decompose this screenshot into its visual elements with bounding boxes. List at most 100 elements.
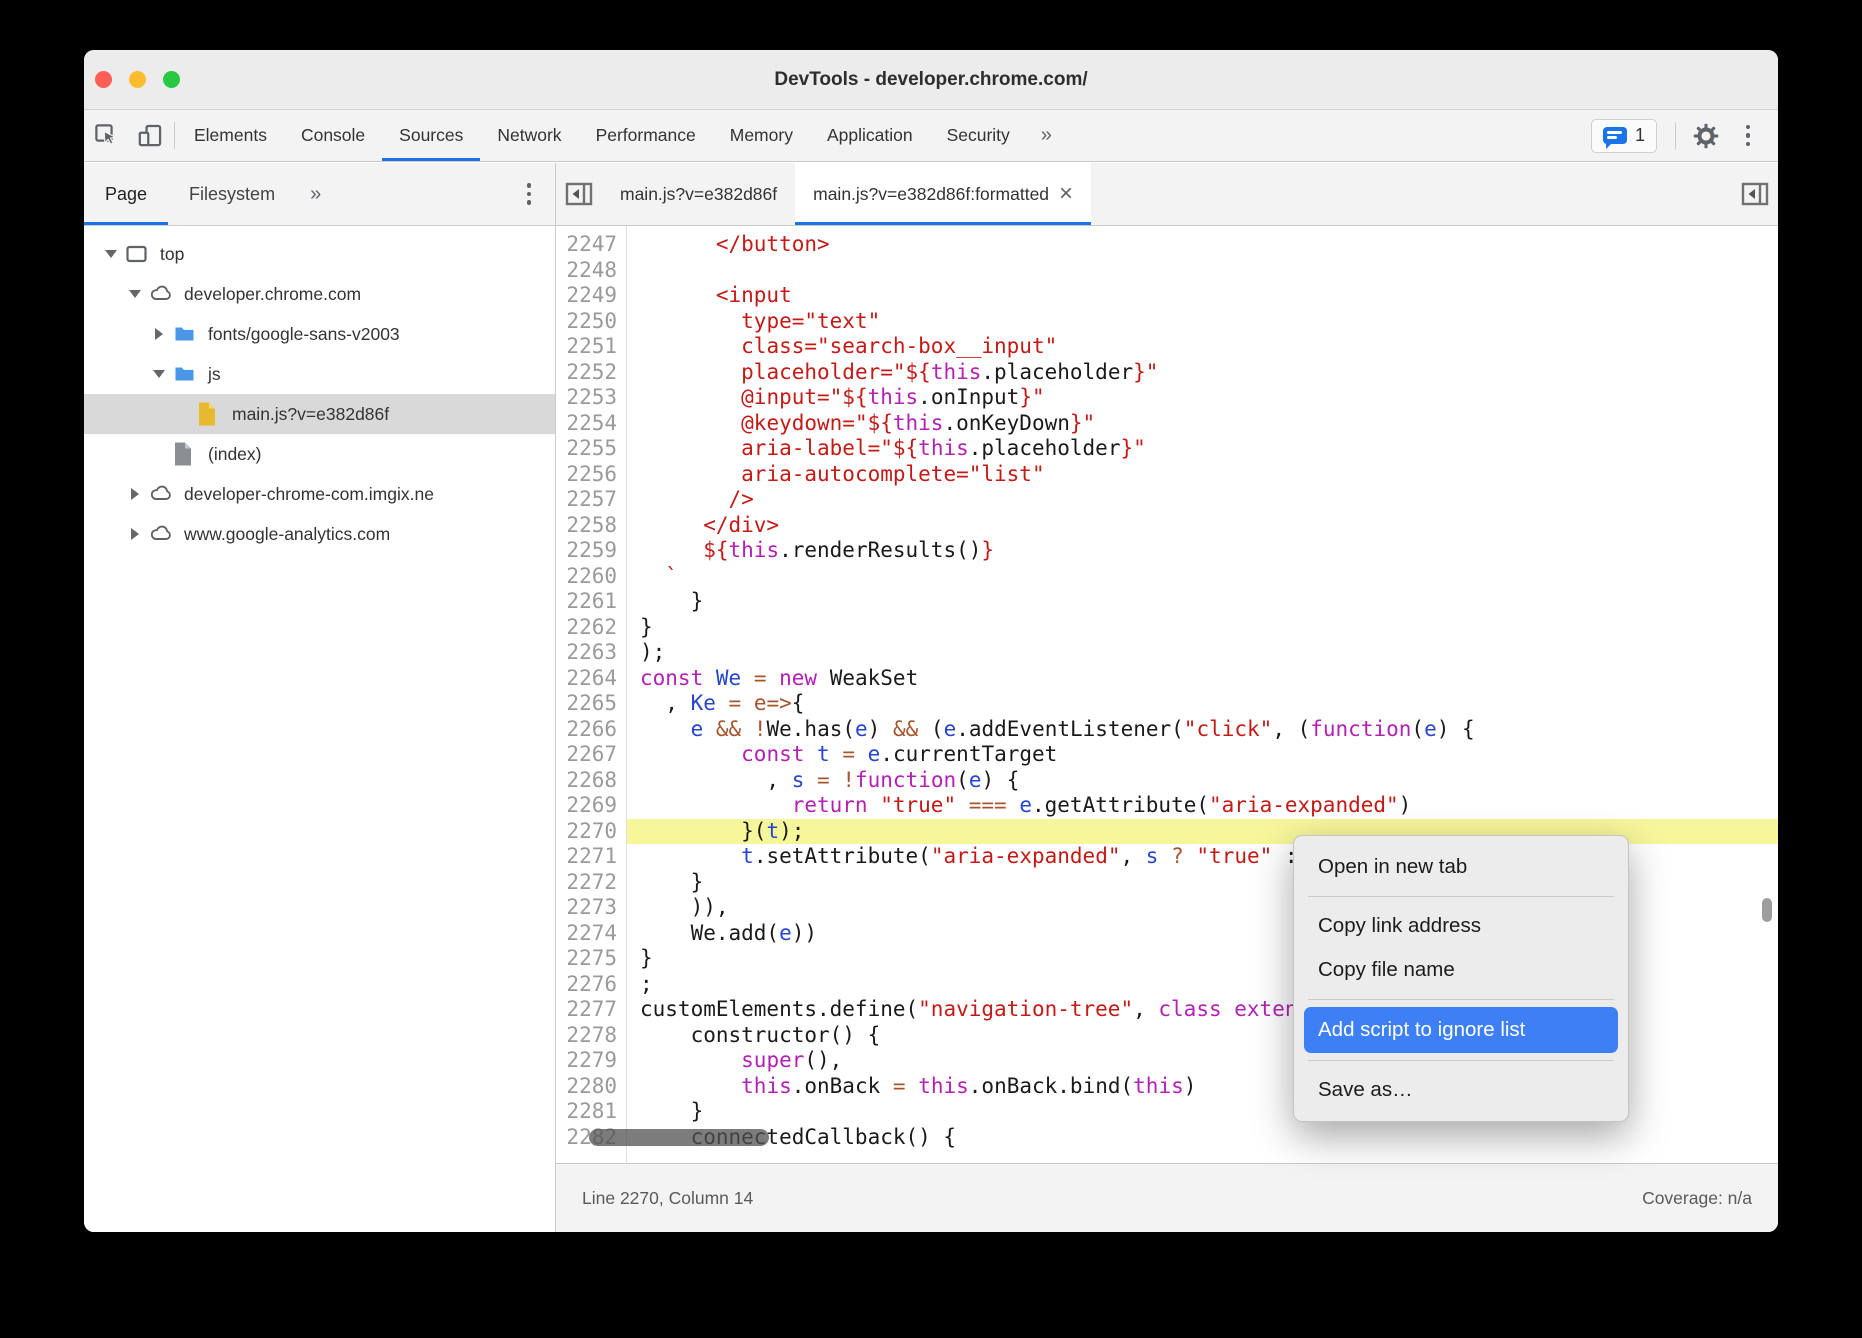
line-number[interactable]: 2265 xyxy=(556,691,626,717)
line-number[interactable]: 2275 xyxy=(556,946,626,972)
panel-tab-security[interactable]: Security xyxy=(930,110,1027,161)
code-line[interactable]: } xyxy=(627,589,1778,615)
horizontal-scrollbar-thumb[interactable] xyxy=(589,1129,769,1146)
menu-item-copy-link-address[interactable]: Copy link address xyxy=(1294,904,1628,948)
code-line[interactable]: class="search-box__input" xyxy=(627,334,1778,360)
editor-tab-0[interactable]: main.js?v=e382d86f xyxy=(602,163,795,225)
line-number[interactable]: 2254 xyxy=(556,411,626,437)
line-number[interactable]: 2277 xyxy=(556,997,626,1023)
code-line[interactable]: , s = !function(e) { xyxy=(627,768,1778,794)
tree-item-www-google-analytics-com[interactable]: www.google-analytics.com xyxy=(84,514,555,554)
code-line[interactable]: <input xyxy=(627,283,1778,309)
tree-item-fonts-google-sans-v2003[interactable]: fonts/google-sans-v2003 xyxy=(84,314,555,354)
code-line[interactable]: const We = new WeakSet xyxy=(627,666,1778,692)
tree-collapsed-arrow[interactable] xyxy=(122,488,148,500)
line-number[interactable]: 2263 xyxy=(556,640,626,666)
close-tab-icon[interactable]: × xyxy=(1059,182,1073,206)
sidebar-tab-page[interactable]: Page xyxy=(84,163,168,225)
line-number[interactable]: 2251 xyxy=(556,334,626,360)
code-line[interactable]: aria-autocomplete="list" xyxy=(627,462,1778,488)
vertical-scrollbar-thumb[interactable] xyxy=(1762,898,1772,922)
code-line[interactable]: @keydown="${this.onKeyDown}" xyxy=(627,411,1778,437)
menu-item-copy-file-name[interactable]: Copy file name xyxy=(1294,948,1628,992)
line-number[interactable]: 2257 xyxy=(556,487,626,513)
sidebar-tab-filesystem[interactable]: Filesystem xyxy=(168,163,296,225)
line-number[interactable]: 2271 xyxy=(556,844,626,870)
panel-tab-console[interactable]: Console xyxy=(284,110,382,161)
settings-button[interactable] xyxy=(1684,122,1728,150)
tree-item-developer-chrome-com[interactable]: developer.chrome.com xyxy=(84,274,555,314)
line-number[interactable]: 2262 xyxy=(556,615,626,641)
line-number[interactable]: 2269 xyxy=(556,793,626,819)
code-line[interactable]: ${this.renderResults()} xyxy=(627,538,1778,564)
devtools-menu-button[interactable] xyxy=(1728,125,1768,147)
tree-item-js[interactable]: js xyxy=(84,354,555,394)
toggle-debugger-sidebar-button[interactable] xyxy=(1732,163,1778,225)
toggle-navigator-button[interactable] xyxy=(556,163,602,225)
panel-tab-application[interactable]: Application xyxy=(810,110,930,161)
line-number[interactable]: 2252 xyxy=(556,360,626,386)
issues-button[interactable]: 1 xyxy=(1591,119,1657,153)
code-line[interactable]: , Ke = e=>{ xyxy=(627,691,1778,717)
code-line[interactable]: /> xyxy=(627,487,1778,513)
code-line[interactable]: const t = e.currentTarget xyxy=(627,742,1778,768)
line-number[interactable]: 2273 xyxy=(556,895,626,921)
code-line[interactable]: ); xyxy=(627,640,1778,666)
code-line[interactable]: type="text" xyxy=(627,309,1778,335)
inspect-element-button[interactable] xyxy=(84,110,128,161)
sidebar-menu-button[interactable] xyxy=(509,163,549,225)
device-toolbar-button[interactable] xyxy=(128,110,172,161)
maximize-window-button[interactable] xyxy=(163,71,180,88)
panel-tab-sources[interactable]: Sources xyxy=(382,110,480,161)
panel-tab-elements[interactable]: Elements xyxy=(177,110,284,161)
code-line[interactable]: } xyxy=(627,615,1778,641)
more-panels-button[interactable]: » xyxy=(1027,110,1066,161)
line-number[interactable]: 2249 xyxy=(556,283,626,309)
tree-item-top[interactable]: top xyxy=(84,234,555,274)
line-number[interactable]: 2276 xyxy=(556,972,626,998)
code-line[interactable]: placeholder="${this.placeholder}" xyxy=(627,360,1778,386)
line-number[interactable]: 2248 xyxy=(556,258,626,284)
code-line[interactable]: @input="${this.onInput}" xyxy=(627,385,1778,411)
line-number[interactable]: 2259 xyxy=(556,538,626,564)
line-number[interactable]: 2280 xyxy=(556,1074,626,1100)
panel-tab-memory[interactable]: Memory xyxy=(713,110,810,161)
tree-collapsed-arrow[interactable] xyxy=(122,528,148,540)
tree-item--index-[interactable]: (index) xyxy=(84,434,555,474)
line-number[interactable]: 2247 xyxy=(556,232,626,258)
line-number[interactable]: 2264 xyxy=(556,666,626,692)
menu-item-save-as-[interactable]: Save as… xyxy=(1294,1068,1628,1112)
close-window-button[interactable] xyxy=(95,71,112,88)
menu-item-open-in-new-tab[interactable]: Open in new tab xyxy=(1294,845,1628,889)
line-number[interactable]: 2250 xyxy=(556,309,626,335)
line-number[interactable]: 2266 xyxy=(556,717,626,743)
code-line[interactable]: return "true" === e.getAttribute("aria-e… xyxy=(627,793,1778,819)
tree-expanded-arrow[interactable] xyxy=(146,370,172,378)
line-number[interactable]: 2256 xyxy=(556,462,626,488)
tree-item-developer-chrome-com-imgix-ne[interactable]: developer-chrome-com.imgix.ne xyxy=(84,474,555,514)
tree-expanded-arrow[interactable] xyxy=(122,290,148,298)
code-line[interactable]: </div> xyxy=(627,513,1778,539)
sidebar-more-tabs-button[interactable]: » xyxy=(296,163,335,225)
line-number[interactable]: 2260 xyxy=(556,564,626,590)
code-line[interactable]: aria-label="${this.placeholder}" xyxy=(627,436,1778,462)
code-line[interactable]: </button> xyxy=(627,232,1778,258)
line-number[interactable]: 2270 xyxy=(556,819,626,845)
code-line[interactable]: ` xyxy=(627,564,1778,590)
tree-item-main-js-v-e382d86f[interactable]: main.js?v=e382d86f xyxy=(84,394,555,434)
tree-expanded-arrow[interactable] xyxy=(98,250,124,258)
line-number[interactable]: 2274 xyxy=(556,921,626,947)
line-number[interactable]: 2267 xyxy=(556,742,626,768)
code-line[interactable]: e && !We.has(e) && (e.addEventListener("… xyxy=(627,717,1778,743)
tree-collapsed-arrow[interactable] xyxy=(146,328,172,340)
line-number[interactable]: 2279 xyxy=(556,1048,626,1074)
line-number[interactable]: 2255 xyxy=(556,436,626,462)
panel-tab-performance[interactable]: Performance xyxy=(579,110,713,161)
code-line[interactable] xyxy=(627,258,1778,284)
panel-tab-network[interactable]: Network xyxy=(480,110,578,161)
line-number[interactable]: 2278 xyxy=(556,1023,626,1049)
line-number[interactable]: 2258 xyxy=(556,513,626,539)
line-number[interactable]: 2261 xyxy=(556,589,626,615)
line-number[interactable]: 2268 xyxy=(556,768,626,794)
menu-item-add-script-to-ignore-list[interactable]: Add script to ignore list xyxy=(1304,1007,1618,1053)
